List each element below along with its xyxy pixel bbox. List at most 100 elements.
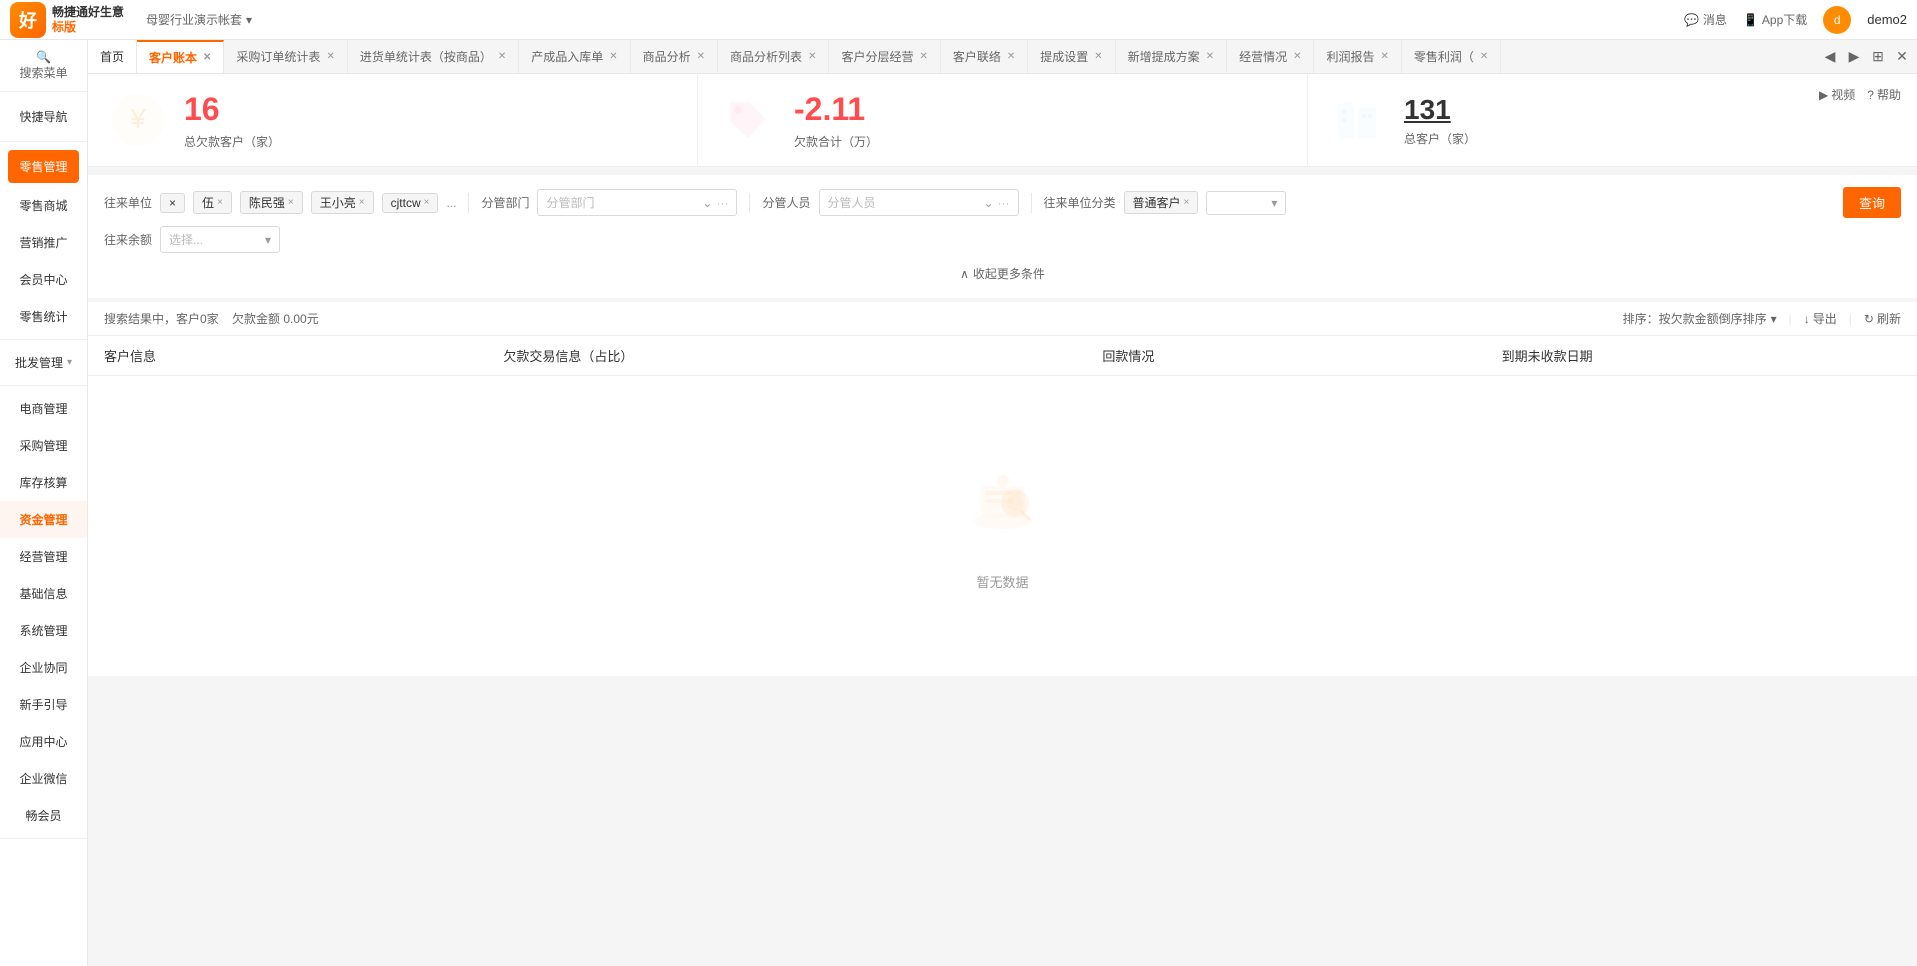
message-btn[interactable]: 💬 消息 <box>1684 11 1727 28</box>
tab-close-purchase-order[interactable]: ✕ <box>326 51 334 62</box>
tab-finished-goods[interactable]: 产成品入库单 ✕ <box>519 40 630 74</box>
sidebar-item-wechat[interactable]: 企业微信 <box>0 760 87 797</box>
tab-profit-report[interactable]: 利润报告 ✕ <box>1314 40 1401 74</box>
help-btn[interactable]: ? 帮助 <box>1867 86 1901 103</box>
video-btn[interactable]: ▶ 视频 <box>1819 86 1855 103</box>
filter-label-dept: 分管部门 <box>481 194 529 211</box>
table-col-repayment: 回款情况 <box>1102 346 1501 365</box>
logo-area: 好 畅捷通好生意 标版 <box>10 2 130 38</box>
filter-tag-close-normal[interactable]: × <box>1184 197 1190 208</box>
tab-product-analysis-list[interactable]: 商品分析列表 ✕ <box>718 40 829 74</box>
tab-close-profit-report[interactable]: ✕ <box>1381 51 1389 62</box>
tab-product-analysis[interactable]: 商品分析 ✕ <box>631 40 718 74</box>
sidebar-search[interactable]: 🔍 搜索菜单 <box>0 40 87 92</box>
tab-purchase-stats[interactable]: 进货单统计表（按商品） ✕ <box>348 40 519 74</box>
sidebar-item-quick-nav[interactable]: 快捷导航 <box>0 98 87 135</box>
filter-label-person: 分管人员 <box>762 194 810 211</box>
tab-close-product-analysis-list[interactable]: ✕ <box>808 51 816 62</box>
stats-header: ¥ 16 总欠款客户（家） <box>88 74 1917 167</box>
filter-tag-close-wang[interactable]: × <box>359 197 365 208</box>
tab-home[interactable]: 首页 <box>88 40 137 74</box>
filter-tag-unit-chen: 陈民强 × <box>240 191 303 214</box>
tab-close-purchase-stats[interactable]: ✕ <box>498 51 506 62</box>
demo-dropdown[interactable]: 母婴行业演示帐套 ▾ <box>138 7 260 32</box>
filter-balance-placeholder: 选择... <box>169 231 203 248</box>
tab-prev-btn[interactable]: ◀ <box>1819 46 1841 68</box>
sidebar-item-marketing[interactable]: 营销推广 <box>0 224 87 261</box>
tab-customer-ledger[interactable]: 客户账本 ✕ <box>137 40 224 74</box>
sidebar-item-app-center[interactable]: 应用中心 <box>0 723 87 760</box>
sidebar-item-ecom[interactable]: 电商管理 <box>0 390 87 427</box>
sidebar-item-vip[interactable]: 畅会员 <box>0 797 87 834</box>
filter-label-unit-type: 往来单位分类 <box>1044 194 1116 211</box>
tab-commission-settings[interactable]: 提成设置 ✕ <box>1028 40 1115 74</box>
sidebar-item-basic-info[interactable]: 基础信息 <box>0 575 87 612</box>
results-divider-1: | <box>1789 312 1792 326</box>
tab-operations[interactable]: 经营情况 ✕ <box>1227 40 1314 74</box>
filter-person-select[interactable]: 分管人员 ⌄ ··· <box>819 189 1019 216</box>
logo-icon: 好 <box>10 2 46 38</box>
search-icon: 🔍 <box>36 50 51 64</box>
tab-close-commission-settings[interactable]: ✕ <box>1094 51 1102 62</box>
query-button[interactable]: 查询 <box>1843 187 1901 218</box>
tab-more-btn[interactable]: ⊞ <box>1867 46 1889 68</box>
filter-tag-unit-cj: cjttcw × <box>382 193 439 213</box>
tab-add-commission[interactable]: 新增提成方案 ✕ <box>1116 40 1227 74</box>
filter-dept-select[interactable]: 分管部门 ⌄ ··· <box>537 189 737 216</box>
app-icon: 📱 <box>1743 13 1758 27</box>
sidebar-item-retail-mall[interactable]: 零售商城 <box>0 187 87 224</box>
sidebar-item-retail-stats[interactable]: 零售统计 <box>0 298 87 335</box>
filter-tag-unit-x: × <box>160 193 185 213</box>
sidebar-section-ecom: 电商管理 采购管理 库存核算 资金管理 经营管理 基础信息 系统管理 企业协同 … <box>0 386 87 839</box>
tab-close-customer-contact[interactable]: ✕ <box>1007 51 1015 62</box>
export-btn[interactable]: ↓ 导出 <box>1804 310 1837 327</box>
tab-purchase-order[interactable]: 采购订单统计表 ✕ <box>224 40 347 74</box>
filter-tag-close-cj[interactable]: × <box>424 197 430 208</box>
table-col-customer: 客户信息 <box>104 346 503 365</box>
tab-close-customer-ledger[interactable]: ✕ <box>203 52 211 63</box>
filter-unit-type-select[interactable]: ▾ <box>1206 191 1286 215</box>
filter-more-unit[interactable]: ... <box>446 196 456 210</box>
sort-dropdown-icon: ▾ <box>1771 312 1777 326</box>
sidebar-item-purchase[interactable]: 采购管理 <box>0 427 87 464</box>
sidebar-item-wholesale[interactable]: 批发管理 ▾ <box>0 344 87 381</box>
sidebar-item-finance[interactable]: 资金管理 <box>0 501 87 538</box>
refresh-btn[interactable]: ↻ 刷新 <box>1864 310 1901 327</box>
tab-close-customer-layer[interactable]: ✕ <box>919 51 927 62</box>
tab-close-operations[interactable]: ✕ <box>1293 51 1301 62</box>
stat-card-total-customers: 131 总客户（家） ▶ 视频 ? 帮助 <box>1308 74 1917 166</box>
filter-balance-dropdown-icon: ▾ <box>265 233 271 247</box>
sort-label: 排序：按欠款金额倒序排序 <box>1623 310 1767 327</box>
tab-close-add-commission[interactable]: ✕ <box>1206 51 1214 62</box>
filter-label-unit: 往来单位 <box>104 194 152 211</box>
sidebar-item-guide[interactable]: 新手引导 <box>0 686 87 723</box>
tab-close-retail-profit[interactable]: ✕ <box>1480 51 1488 62</box>
collapse-row: ∧ 收起更多条件 <box>104 261 1901 286</box>
collapse-button[interactable]: ∧ 收起更多条件 <box>960 265 1045 282</box>
tab-next-btn[interactable]: ▶ <box>1843 46 1865 68</box>
tab-retail-profit[interactable]: 零售利润（ ✕ <box>1402 40 1501 74</box>
app-download-btn[interactable]: 📱 App下载 <box>1743 11 1807 28</box>
logo-text: 畅捷通好生意 标版 <box>52 5 124 34</box>
sidebar-item-collab[interactable]: 企业协同 <box>0 649 87 686</box>
filter-divider-2 <box>749 193 750 213</box>
sidebar-item-inventory[interactable]: 库存核算 <box>0 464 87 501</box>
filter-tag-close-wu[interactable]: × <box>217 197 223 208</box>
sidebar-item-system[interactable]: 系统管理 <box>0 612 87 649</box>
tab-close-all-btn[interactable]: ✕ <box>1891 46 1913 68</box>
stat-value-overdue-amount: -2.11 <box>794 90 878 128</box>
filter-dept-placeholder: 分管部门 <box>546 194 594 211</box>
sidebar-item-operations[interactable]: 经营管理 <box>0 538 87 575</box>
avatar: d <box>1823 6 1851 34</box>
tab-close-product-analysis[interactable]: ✕ <box>697 51 705 62</box>
tab-customer-layer[interactable]: 客户分层经营 ✕ <box>829 40 940 74</box>
tab-close-finished-goods[interactable]: ✕ <box>609 51 617 62</box>
sidebar-item-member[interactable]: 会员中心 <box>0 261 87 298</box>
user-name[interactable]: demo2 <box>1867 12 1907 27</box>
sort-select[interactable]: 排序：按欠款金额倒序排序 ▾ <box>1623 310 1777 327</box>
tab-customer-contact[interactable]: 客户联络 ✕ <box>941 40 1028 74</box>
filter-balance-select[interactable]: 选择... ▾ <box>160 226 280 253</box>
stat-value-overdue-customers: 16 <box>184 90 280 128</box>
filter-tag-close-chen[interactable]: × <box>288 197 294 208</box>
sidebar-item-retail-mgmt[interactable]: 零售管理 <box>8 150 79 183</box>
